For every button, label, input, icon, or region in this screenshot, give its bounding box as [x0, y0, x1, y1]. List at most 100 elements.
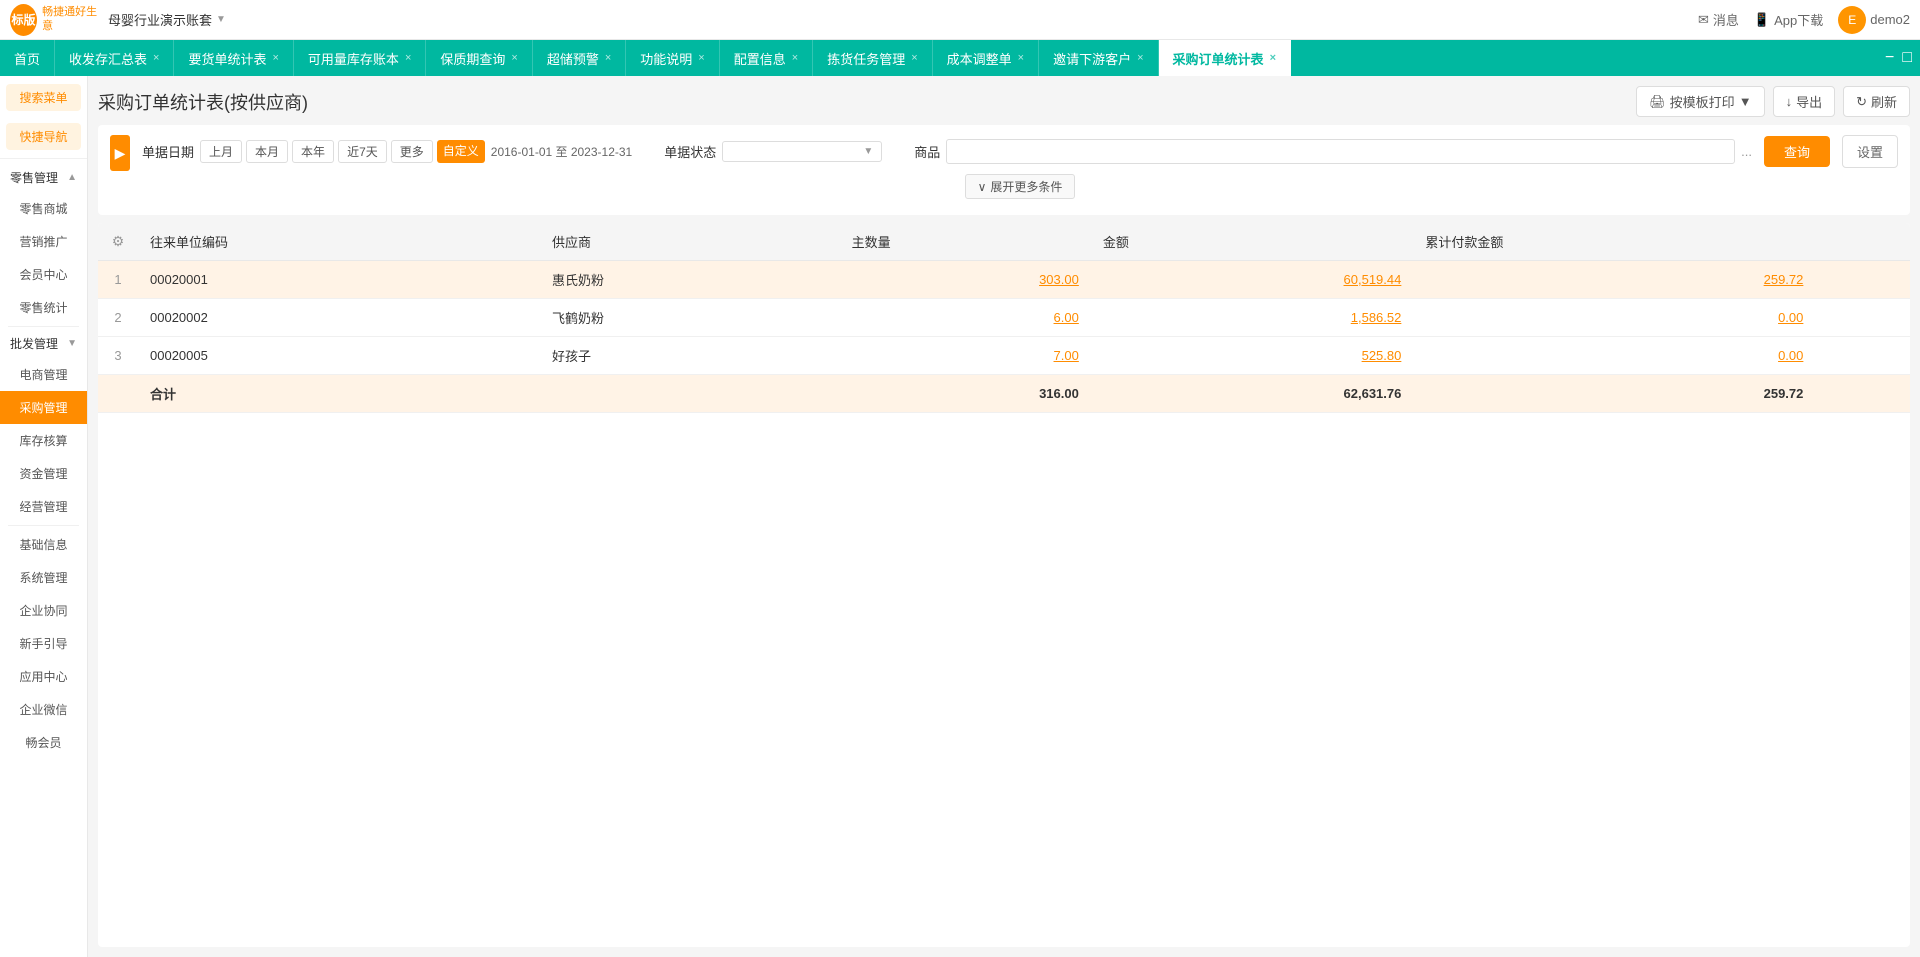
row-1-supplier: 惠氏奶粉 [540, 261, 840, 299]
col-extra [1815, 223, 1910, 261]
tab-overstock-warning[interactable]: 超储预警 × [533, 40, 626, 76]
logo-text: 畅捷通好生意 [42, 6, 98, 32]
row-3-supplier: 好孩子 [540, 337, 840, 375]
sidebar-item-wholesale-mgmt[interactable]: 批发管理 ▼ [0, 329, 87, 358]
row-2-extra [1815, 299, 1910, 337]
sidebar-item-marketing[interactable]: 营销推广 [0, 225, 87, 258]
tab-order-stats-close[interactable]: × [272, 52, 278, 64]
tab-cost-adjust[interactable]: 成本调整单 × [933, 40, 1039, 76]
quick-nav-button[interactable]: 快捷导航 [6, 123, 81, 150]
row-1-qty-link[interactable]: 303.00 [1039, 272, 1079, 287]
print-button[interactable]: 🖨 按模板打印 ▼ [1636, 86, 1764, 117]
tab-home[interactable]: 首页 [0, 40, 55, 76]
expand-icon: ∨ [978, 180, 987, 194]
sidebar-item-system-mgmt[interactable]: 系统管理 [0, 561, 87, 594]
row-3-paid-link[interactable]: 0.00 [1778, 348, 1803, 363]
tab-config-info[interactable]: 配置信息 × [720, 40, 813, 76]
sidebar-item-capital-mgmt[interactable]: 资金管理 [0, 457, 87, 490]
col-settings: ⚙ [98, 223, 138, 261]
tab-receive-send[interactable]: 收发存汇总表 × [55, 40, 174, 76]
tab-function-desc[interactable]: 功能说明 × [626, 40, 719, 76]
account-dropdown[interactable]: 母婴行业演示账套 ▼ [108, 10, 1688, 29]
row-3-qty-link[interactable]: 7.00 [1054, 348, 1079, 363]
sidebar-retail-store-label: 零售商城 [19, 200, 67, 217]
sidebar-item-purchase-mgmt[interactable]: 采购管理 [0, 391, 87, 424]
row-2-qty-link[interactable]: 6.00 [1054, 310, 1079, 325]
date-btn-last-month[interactable]: 上月 [200, 140, 242, 163]
sidebar-item-basic-info[interactable]: 基础信息 [0, 528, 87, 561]
sidebar-wholesale-mgmt-label: 批发管理 [10, 335, 58, 352]
search-menu-button[interactable]: 搜索菜单 [6, 84, 81, 111]
sidebar-item-new-guide[interactable]: 新手引导 [0, 627, 87, 660]
sidebar-item-enterprise-wechat[interactable]: 企业微信 [0, 693, 87, 726]
app-download-btn[interactable]: 📱 App下载 [1754, 10, 1823, 29]
filter-area: ▶ 单据日期 上月 本月 本年 近7天 更多 自定义 [98, 125, 1910, 215]
nav-tabs: 首页 收发存汇总表 × 要货单统计表 × 可用量库存账本 × 保质期查询 × 超… [0, 40, 1920, 76]
sidebar-item-retail-store[interactable]: 零售商城 [0, 192, 87, 225]
sidebar-item-retail-stats[interactable]: 零售统计 [0, 291, 87, 324]
more-filter-btn[interactable]: ... [1741, 144, 1752, 159]
sidebar-item-ecommerce-mgmt[interactable]: 电商管理 [0, 358, 87, 391]
status-select[interactable]: ▼ [722, 141, 882, 162]
sidebar-item-member-center[interactable]: 会员中心 [0, 258, 87, 291]
tab-order-stats[interactable]: 要货单统计表 × [174, 40, 293, 76]
tab-order-stats-label: 要货单统计表 [188, 49, 266, 68]
row-1-paid-link[interactable]: 259.72 [1764, 272, 1804, 287]
tab-expiry-query-close[interactable]: × [511, 52, 517, 64]
print-arrow-icon: ▼ [1739, 94, 1752, 109]
sidebar-item-app-center[interactable]: 应用中心 [0, 660, 87, 693]
row-2-supplier: 飞鹤奶粉 [540, 299, 840, 337]
sidebar-item-enterprise-collab[interactable]: 企业协同 [0, 594, 87, 627]
tab-invite-downstream-close[interactable]: × [1137, 52, 1143, 64]
tab-overstock-warning-close[interactable]: × [605, 52, 611, 64]
tab-function-desc-close[interactable]: × [698, 52, 704, 64]
date-btn-more[interactable]: 更多 [391, 140, 433, 163]
account-dropdown-arrow: ▼ [216, 14, 226, 25]
nav-tabs-end: − □ [1885, 49, 1920, 67]
tab-receive-send-close[interactable]: × [153, 52, 159, 64]
status-select-arrow: ▼ [863, 146, 873, 157]
tab-available-stock[interactable]: 可用量库存账本 × [294, 40, 426, 76]
nav-minimize-icon[interactable]: − [1885, 49, 1894, 67]
row-2-paid-link[interactable]: 0.00 [1778, 310, 1803, 325]
message-btn[interactable]: ✉ 消息 [1698, 10, 1739, 29]
tab-available-stock-close[interactable]: × [405, 52, 411, 64]
row-2-paid: 0.00 [1413, 299, 1815, 337]
tab-cost-adjust-close[interactable]: × [1018, 52, 1024, 64]
column-settings-icon[interactable]: ⚙ [112, 233, 125, 249]
user-avatar[interactable]: E demo2 [1838, 6, 1910, 34]
filter-toggle-btn[interactable]: ▶ [110, 135, 130, 171]
sidebar-item-ops-mgmt[interactable]: 经营管理 [0, 490, 87, 523]
tab-pick-task[interactable]: 拣货任务管理 × [813, 40, 932, 76]
row-3-amount: 525.80 [1091, 337, 1414, 375]
sidebar-item-member[interactable]: 畅会员 [0, 726, 87, 759]
export-label: 导出 [1796, 92, 1822, 111]
row-1-amount-link[interactable]: 60,519.44 [1344, 272, 1402, 287]
sidebar-item-stock-check[interactable]: 库存核算 [0, 424, 87, 457]
app-label: App下载 [1774, 10, 1823, 29]
refresh-button[interactable]: ↻ 刷新 [1843, 86, 1910, 117]
goods-input[interactable] [946, 139, 1735, 164]
custom-date-tag: 自定义 [437, 140, 485, 163]
row-1-amount: 60,519.44 [1091, 261, 1414, 299]
row-3-amount-link[interactable]: 525.80 [1362, 348, 1402, 363]
export-button[interactable]: ↓ 导出 [1773, 86, 1836, 117]
expand-filters-btn[interactable]: ∨ 展开更多条件 [965, 174, 1076, 199]
tab-expiry-query[interactable]: 保质期查询 × [426, 40, 532, 76]
tab-purchase-stats[interactable]: 采购订单统计表 × [1159, 40, 1291, 76]
settings-button[interactable]: 设置 [1842, 135, 1898, 168]
sidebar-item-retail-mgmt[interactable]: 零售管理 ▲ [0, 163, 87, 192]
tab-config-info-close[interactable]: × [792, 52, 798, 64]
row-2-amount-link[interactable]: 1,586.52 [1351, 310, 1402, 325]
date-btn-last-7-days[interactable]: 近7天 [338, 140, 387, 163]
date-btn-this-month[interactable]: 本月 [246, 140, 288, 163]
nav-restore-icon[interactable]: □ [1902, 49, 1912, 67]
main-layout: 搜索菜单 快捷导航 零售管理 ▲ 零售商城 营销推广 会员中心 零售统计 [0, 76, 1920, 957]
date-btn-this-year[interactable]: 本年 [292, 140, 334, 163]
query-button[interactable]: 查询 [1764, 136, 1830, 167]
tab-pick-task-close[interactable]: × [911, 52, 917, 64]
table-row: 1 00020001 惠氏奶粉 303.00 60,519.44 259.72 [98, 261, 1910, 299]
tab-purchase-stats-close[interactable]: × [1270, 52, 1276, 64]
sidebar-purchase-mgmt-label: 采购管理 [19, 399, 67, 416]
tab-invite-downstream[interactable]: 邀请下游客户 × [1039, 40, 1158, 76]
